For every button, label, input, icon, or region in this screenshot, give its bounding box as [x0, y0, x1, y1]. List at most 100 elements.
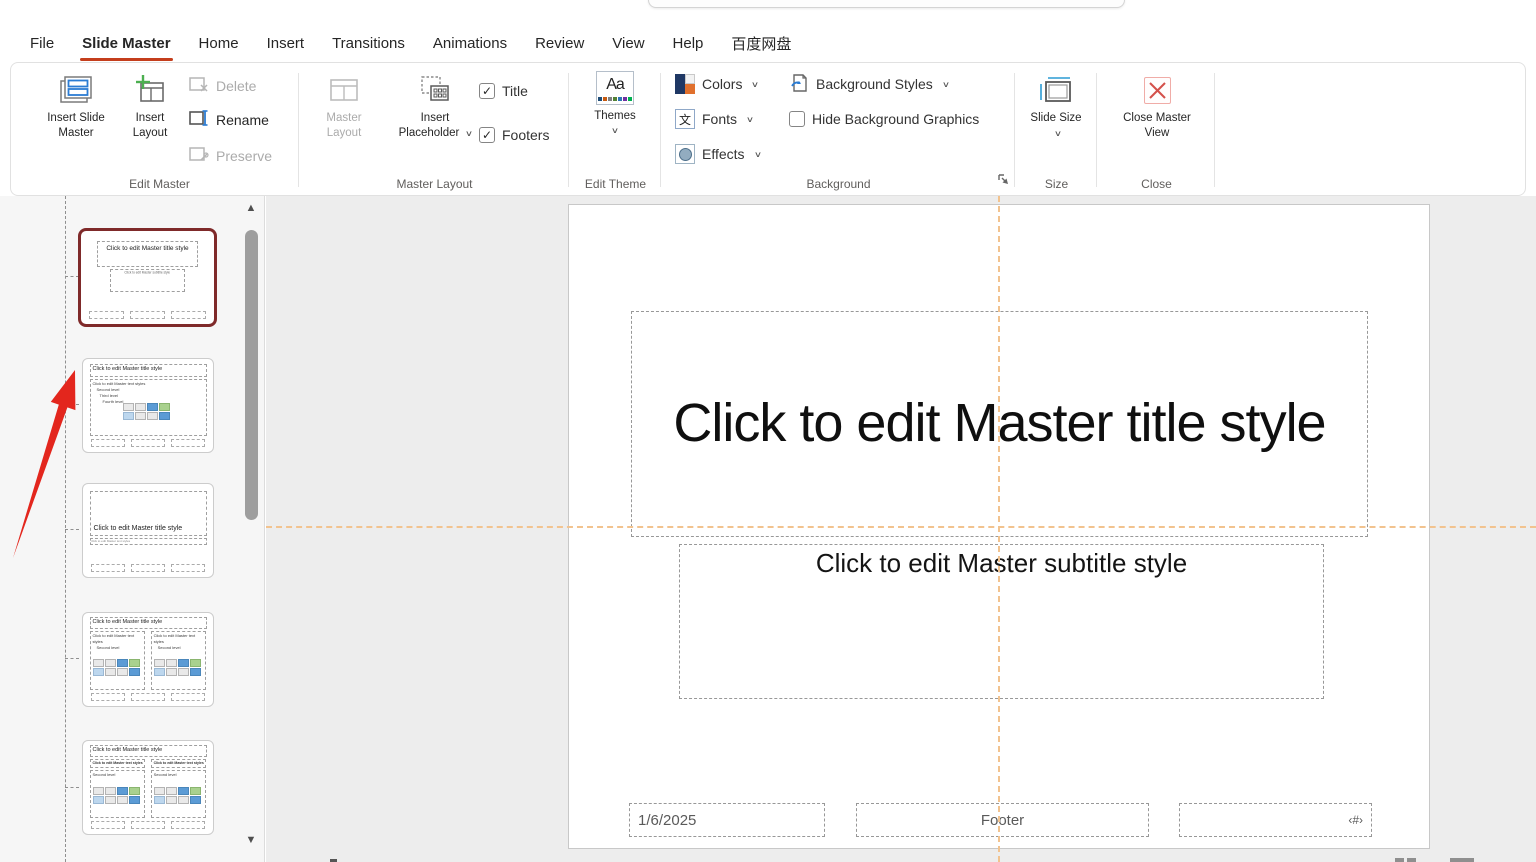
- preserve-label: Preserve: [216, 148, 273, 164]
- thumbnail-slide-master[interactable]: Click to edit Master title style Click t…: [78, 228, 217, 327]
- theme-fonts-icon: 文: [675, 109, 695, 129]
- group-size: Slide Size ∨ Size: [1017, 63, 1096, 195]
- ribbon-divider: [1014, 73, 1015, 187]
- thumb-body-text: Click to edit Master text styles Second …: [153, 632, 196, 650]
- master-layout-button: Master Layout: [315, 71, 373, 141]
- thumb-content-placeholder: Click to edit Master text styles Second …: [89, 630, 146, 691]
- themes-button[interactable]: Aa Themes ∨: [585, 69, 645, 136]
- content-placeholder-icons: [92, 659, 140, 677]
- menu-transitions[interactable]: Transitions: [318, 30, 419, 57]
- chevron-down-icon: ∨: [745, 114, 755, 124]
- ribbon-divider: [298, 73, 299, 187]
- footers-checkbox[interactable]: ✓: [479, 127, 495, 143]
- delete-button: Delete: [189, 73, 256, 99]
- fonts-dropdown[interactable]: 文 Fonts ∨: [675, 106, 755, 132]
- scroll-down-button[interactable]: ▼: [242, 834, 260, 846]
- scrollbar-thumb[interactable]: [245, 230, 258, 520]
- thumb-title-placeholder: Click to edit Master title style: [89, 744, 207, 757]
- thumbnail-comparison-layout[interactable]: Click to edit Master title style Click t…: [82, 740, 214, 835]
- insert-layout-button[interactable]: Insert Layout: [121, 71, 179, 141]
- menu-slide-master[interactable]: Slide Master: [68, 30, 184, 61]
- slide-size-label: Slide Size ∨: [1030, 112, 1082, 138]
- group-close: Close Master View Close: [1099, 63, 1214, 195]
- thumb-text-placeholder: Click to edit Master text styles: [89, 537, 207, 546]
- insert-placeholder-label: Insert Placeholder ∨: [398, 112, 473, 139]
- master-layout-group-label: Master Layout: [396, 177, 473, 191]
- thumb-caption-text: Click to edit Master text styles: [153, 760, 204, 765]
- menu-file[interactable]: File: [16, 30, 68, 57]
- background-styles-dropdown[interactable]: Background Styles ∨: [789, 71, 950, 97]
- menu-help[interactable]: Help: [659, 30, 718, 57]
- title-checkbox[interactable]: ✓: [479, 83, 495, 99]
- thumb-subtitle-placeholder: Click to edit Master subtitle style: [110, 269, 185, 293]
- title-bar: File Slide Master Home Insert Transition…: [0, 0, 1536, 62]
- thumb-title-text: Click to edit Master title style: [93, 524, 183, 532]
- insert-slide-master-button[interactable]: Insert Slide Master: [33, 71, 119, 141]
- colors-dropdown[interactable]: Colors ∨: [675, 71, 760, 97]
- status-bar-partial-icon: [1395, 858, 1404, 862]
- menu-home[interactable]: Home: [185, 30, 253, 57]
- hierarchy-connector: [65, 529, 79, 530]
- hierarchy-connector: [65, 658, 79, 659]
- menu-insert[interactable]: Insert: [253, 30, 319, 57]
- content-placeholder-icons: [92, 787, 140, 805]
- theme-colors-icon: [675, 74, 695, 94]
- footer-placeholder[interactable]: Footer: [856, 803, 1149, 837]
- hide-background-graphics-row[interactable]: Hide Background Graphics: [789, 111, 979, 127]
- thumb-caption-text: Click to edit Master text styles: [92, 760, 143, 765]
- rename-button[interactable]: Rename: [189, 107, 269, 133]
- menu-animations[interactable]: Animations: [419, 30, 521, 57]
- date-placeholder[interactable]: 1/6/2025: [629, 803, 825, 837]
- slide-number-placeholder[interactable]: ‹#›: [1179, 803, 1372, 837]
- edit-theme-group-label: Edit Theme: [584, 177, 647, 191]
- horizontal-guide[interactable]: [266, 526, 1536, 528]
- thumbnail-section-header-layout[interactable]: Click to edit Master title style Click t…: [82, 483, 214, 578]
- scroll-up-button[interactable]: ▲: [242, 202, 260, 214]
- menu-baidu-netdisk[interactable]: 百度网盘: [717, 28, 805, 59]
- title-checkbox-row[interactable]: ✓ Title: [479, 83, 528, 99]
- thumb-footer-strip: [83, 820, 213, 830]
- effects-label: Effects: [702, 146, 745, 162]
- thumb-body-text: Click to edit Master text styles: [90, 538, 131, 543]
- slide-size-icon: [1039, 71, 1073, 109]
- checkmark-icon: ✓: [481, 84, 493, 98]
- thumb-title-text: Click to edit Master title style: [92, 746, 163, 753]
- close-master-view-label: Close Master View: [1123, 112, 1191, 139]
- vertical-guide[interactable]: [998, 196, 1000, 862]
- chevron-down-icon: ∨: [1053, 128, 1062, 138]
- background-styles-label: Background Styles: [816, 76, 933, 92]
- footers-checkbox-label: Footers: [502, 127, 550, 143]
- hierarchy-connector: [65, 404, 79, 405]
- status-bar-partial-icon: [1407, 858, 1416, 862]
- group-edit-master: Insert Slide Master Insert Layout Delete: [21, 63, 298, 195]
- thumb-title-text: Click to edit Master title style: [106, 245, 189, 253]
- preserve-button: Preserve: [189, 143, 272, 169]
- insert-layout-label: Insert Layout: [132, 112, 168, 139]
- checkmark-icon: ✓: [481, 128, 493, 142]
- thumbnail-two-content-layout[interactable]: Click to edit Master title style Click t…: [82, 612, 214, 707]
- thumb-footer-strip: [83, 438, 213, 448]
- close-master-view-button[interactable]: Close Master View: [1113, 71, 1201, 141]
- hide-background-graphics-checkbox[interactable]: [789, 111, 805, 127]
- thumbnail-title-layout[interactable]: Click to edit Master title style Click t…: [82, 358, 214, 453]
- thumb-footer-strip: [83, 563, 213, 573]
- insert-placeholder-button[interactable]: Insert Placeholder ∨: [389, 71, 481, 141]
- thumb-caption-placeholder: Click to edit Master text styles: [150, 758, 207, 768]
- ribbon-divider: [1214, 73, 1215, 187]
- effects-dropdown[interactable]: Effects ∨: [675, 141, 762, 167]
- insert-slide-master-label: Insert Slide Master: [47, 112, 105, 139]
- subtitle-placeholder[interactable]: Click to edit Master subtitle style: [679, 544, 1324, 699]
- ribbon-divider: [660, 73, 661, 187]
- ribbon-divider: [1096, 73, 1097, 187]
- slide-size-button[interactable]: Slide Size ∨: [1027, 71, 1085, 141]
- menu-review[interactable]: Review: [521, 30, 598, 57]
- hierarchy-connector: [65, 787, 79, 788]
- scroll-down-icon: ▼: [245, 834, 257, 846]
- thumb-body-text: Click to edit Master text styles Second …: [92, 632, 135, 650]
- menu-view[interactable]: View: [598, 30, 658, 57]
- title-checkbox-label: Title: [502, 83, 528, 99]
- search-box-partial[interactable]: [648, 0, 1125, 8]
- theme-effects-icon: [675, 144, 695, 164]
- footers-checkbox-row[interactable]: ✓ Footers: [479, 127, 549, 143]
- size-group-label: Size: [1044, 177, 1069, 191]
